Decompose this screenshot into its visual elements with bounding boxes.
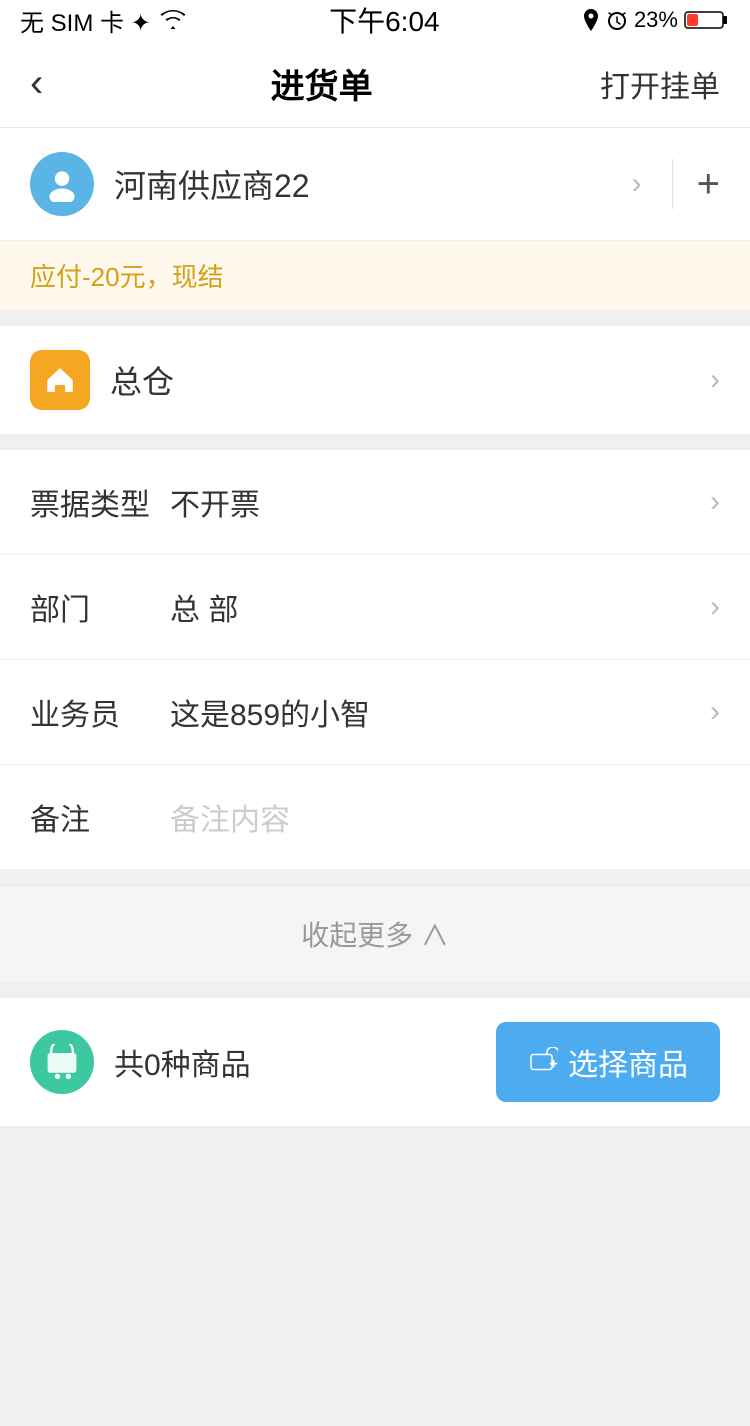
battery-icon <box>684 9 730 31</box>
user-icon <box>44 166 80 202</box>
product-section: 共0种商品 选择商品 <box>0 998 750 1126</box>
warehouse-name: 总仓 <box>110 357 710 403</box>
salesperson-row[interactable]: 业务员 这是859的小智 › <box>0 659 750 764</box>
invoice-type-row[interactable]: 票据类型 不开票 › <box>0 450 750 554</box>
remark-label: 备注 <box>30 795 170 839</box>
location-icon <box>582 9 600 31</box>
invoice-type-label: 票据类型 <box>30 480 170 524</box>
collapse-label: 收起更多 ∧ <box>301 920 449 951</box>
status-left: 无 SIM 卡 ✦ <box>20 3 187 38</box>
empty-space <box>0 1126 750 1426</box>
select-product-label: 选择商品 <box>568 1040 688 1084</box>
invoice-type-chevron-icon: › <box>710 485 720 519</box>
select-product-icon <box>528 1047 558 1077</box>
salesperson-value: 这是859的小智 <box>170 690 710 734</box>
battery-label: 23% <box>634 7 678 33</box>
page-title: 进货单 <box>271 59 373 108</box>
supplier-row[interactable]: 河南供应商22 › + <box>0 128 750 241</box>
warehouse-row[interactable]: 总仓 › <box>0 326 750 434</box>
department-value: 总 部 <box>170 585 710 629</box>
open-pending-button[interactable]: 打开挂单 <box>600 62 720 106</box>
remark-row[interactable]: 备注 备注内容 <box>0 764 750 869</box>
status-right: 23% <box>582 7 730 33</box>
wifi-icon <box>159 10 187 30</box>
department-row[interactable]: 部门 总 部 › <box>0 554 750 659</box>
add-supplier-button[interactable]: + <box>697 162 720 207</box>
select-product-button[interactable]: 选择商品 <box>496 1022 720 1102</box>
collapse-bar[interactable]: 收起更多 ∧ <box>0 885 750 982</box>
supplier-chevron-icon: › <box>632 167 642 201</box>
supplier-avatar <box>30 152 94 216</box>
main-content: 河南供应商22 › + 应付-20元，现结 总仓 › 票据类型 不开票 › <box>0 128 750 1426</box>
warehouse-chevron-icon: › <box>710 363 720 397</box>
department-chevron-icon: › <box>710 590 720 624</box>
product-count: 共0种商品 <box>114 1040 496 1084</box>
supplier-section: 河南供应商22 › + 应付-20元，现结 <box>0 128 750 310</box>
warehouse-section: 总仓 › <box>0 326 750 434</box>
sim-label: 无 SIM 卡 ✦ <box>20 3 151 38</box>
product-icon-wrap <box>30 1030 94 1094</box>
notice-banner: 应付-20元，现结 <box>0 241 750 310</box>
back-button[interactable]: ‹ <box>30 61 43 106</box>
invoice-type-value: 不开票 <box>170 480 710 524</box>
department-label: 部门 <box>30 585 170 629</box>
home-icon <box>43 363 77 397</box>
alarm-icon <box>606 9 628 31</box>
status-bar: 无 SIM 卡 ✦ 下午6:04 23% <box>0 0 750 40</box>
supplier-name: 河南供应商22 <box>114 161 632 207</box>
vertical-divider <box>672 159 673 209</box>
fields-section: 票据类型 不开票 › 部门 总 部 › 业务员 这是859的小智 › 备注 备注… <box>0 450 750 869</box>
status-time: 下午6:04 <box>329 0 440 40</box>
nav-bar: ‹ 进货单 打开挂单 <box>0 40 750 128</box>
cart-icon <box>44 1044 80 1080</box>
remark-value[interactable]: 备注内容 <box>170 795 720 839</box>
warehouse-icon <box>30 350 90 410</box>
salesperson-chevron-icon: › <box>710 695 720 729</box>
salesperson-label: 业务员 <box>30 690 170 734</box>
